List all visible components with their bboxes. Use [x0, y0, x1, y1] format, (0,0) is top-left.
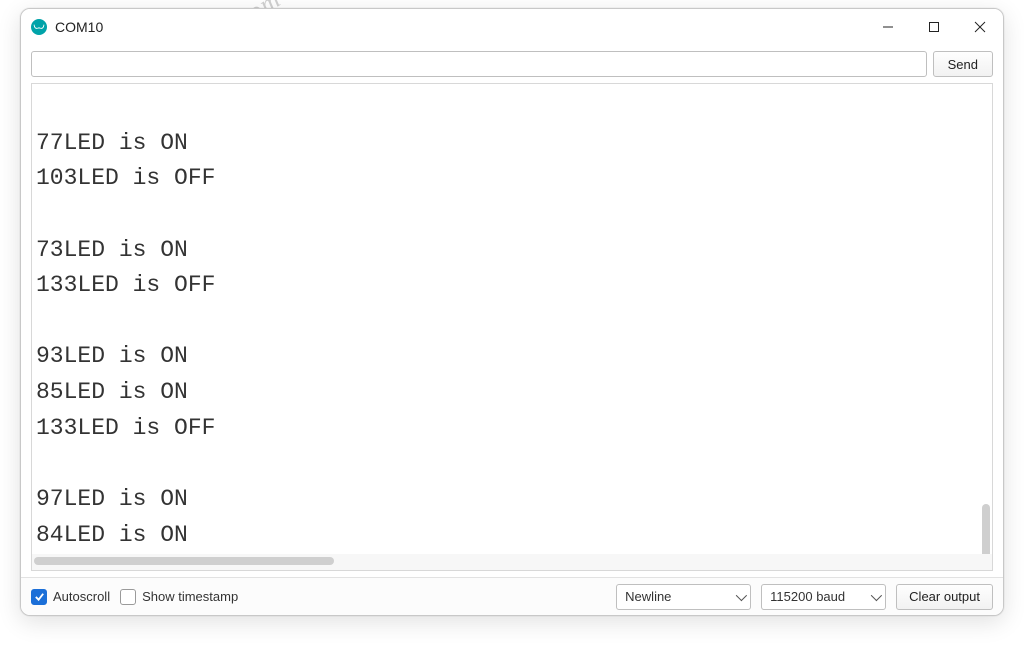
serial-input[interactable]	[31, 51, 927, 77]
show-timestamp-checkbox[interactable]: Show timestamp	[120, 589, 238, 605]
maximize-icon	[928, 21, 940, 33]
serial-monitor-window: COM10 Send 77LED is ON103LED is OFF 73LE	[20, 8, 1004, 616]
show-timestamp-label: Show timestamp	[142, 589, 238, 604]
output-line	[36, 90, 988, 126]
serial-output[interactable]: 77LED is ON103LED is OFF 73LED is ON133L…	[32, 84, 992, 554]
minimize-button[interactable]	[865, 9, 911, 45]
output-line: 77LED is ON	[36, 126, 988, 162]
baud-rate-dropdown[interactable]: 115200 baud	[761, 584, 886, 610]
output-line: 93LED is ON	[36, 339, 988, 375]
chevron-down-icon	[736, 589, 747, 600]
output-line	[36, 304, 988, 340]
window-title: COM10	[55, 19, 103, 35]
baud-rate-value: 115200 baud	[770, 589, 845, 604]
clear-output-button[interactable]: Clear output	[896, 584, 993, 610]
window-controls	[865, 9, 1003, 45]
output-line	[36, 446, 988, 482]
horizontal-scrollbar-thumb[interactable]	[34, 557, 334, 565]
checkmark-icon	[34, 591, 45, 602]
checkbox-box	[31, 589, 47, 605]
autoscroll-label: Autoscroll	[53, 589, 110, 604]
arduino-icon	[31, 19, 47, 35]
close-icon	[974, 21, 986, 33]
output-line: 85LED is ON	[36, 375, 988, 411]
checkbox-box	[120, 589, 136, 605]
output-line: 73LED is ON	[36, 233, 988, 269]
close-button[interactable]	[957, 9, 1003, 45]
autoscroll-checkbox[interactable]: Autoscroll	[31, 589, 110, 605]
send-row: Send	[21, 45, 1003, 83]
send-button[interactable]: Send	[933, 51, 993, 77]
output-line: 97LED is ON	[36, 482, 988, 518]
titlebar: COM10	[21, 9, 1003, 45]
line-ending-value: Newline	[625, 589, 671, 604]
output-line: 84LED is ON	[36, 518, 988, 554]
chevron-down-icon	[871, 589, 882, 600]
output-line: 103LED is OFF	[36, 161, 988, 197]
horizontal-scrollbar[interactable]	[32, 554, 992, 570]
bottom-bar: Autoscroll Show timestamp Newline 115200…	[21, 577, 1003, 615]
maximize-button[interactable]	[911, 9, 957, 45]
output-area: 77LED is ON103LED is OFF 73LED is ON133L…	[31, 83, 993, 571]
minimize-icon	[882, 21, 894, 33]
output-line	[36, 197, 988, 233]
output-line: 133LED is OFF	[36, 268, 988, 304]
output-line: 133LED is OFF	[36, 411, 988, 447]
line-ending-dropdown[interactable]: Newline	[616, 584, 751, 610]
